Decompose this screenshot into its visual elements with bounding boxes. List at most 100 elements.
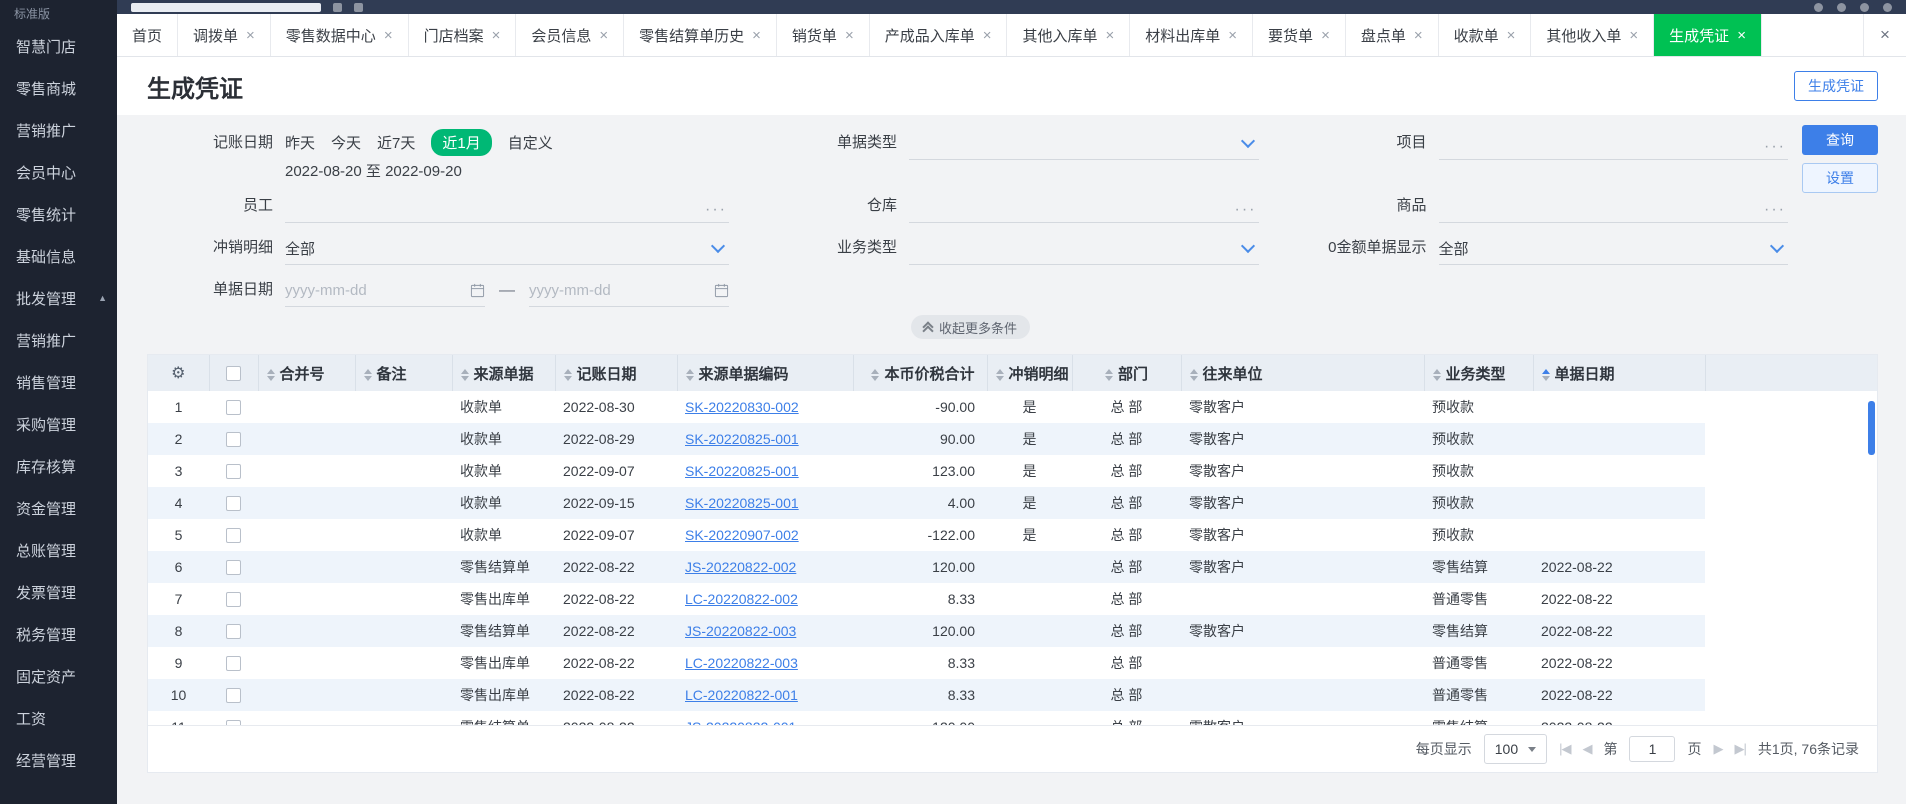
toolbar-icon[interactable]: [1814, 2, 1823, 12]
message-icon[interactable]: [354, 2, 363, 12]
table-row[interactable]: 5 收款单 2022-09-07 SK-20220907-002 -122.00 是 总 部…: [148, 519, 1877, 551]
project-input[interactable]: [1438, 127, 1788, 159]
sort-icon[interactable]: [871, 368, 880, 381]
page-number-input[interactable]: [1629, 736, 1676, 762]
biz-type-select[interactable]: [909, 232, 1259, 265]
source-code-link[interactable]: JS-20220822-001: [685, 719, 796, 725]
sidebar-item-11[interactable]: 库存核算: [0, 445, 117, 487]
tab-close-icon[interactable]: ×: [1228, 28, 1237, 43]
next-page-button[interactable]: ▶: [1713, 741, 1723, 757]
tab-4[interactable]: 门店档案 ×: [408, 14, 517, 56]
sort-icon[interactable]: [1541, 368, 1550, 381]
sidebar-item-8[interactable]: 营销推广: [0, 319, 117, 361]
more-options-icon[interactable]: ···: [705, 202, 727, 218]
column-header-6[interactable]: 本币价税合计: [853, 355, 988, 391]
sort-icon[interactable]: [460, 368, 469, 381]
apps-grid-icon[interactable]: [333, 2, 342, 12]
table-row[interactable]: 9 零售出库单 2022-08-22 LC-20220822-003 8.33 总 部 普通…: [148, 647, 1877, 679]
sidebar-item-15[interactable]: 税务管理: [0, 613, 117, 655]
tab-close-icon[interactable]: ×: [983, 28, 992, 43]
goods-input[interactable]: [1438, 190, 1788, 222]
row-checkbox[interactable]: [226, 688, 241, 704]
row-checkbox[interactable]: [226, 400, 241, 416]
sidebar-item-1[interactable]: 智慧门店: [0, 25, 117, 67]
employee-input[interactable]: [285, 190, 729, 222]
table-row[interactable]: 10 零售出库单 2022-08-22 LC-20220822-001 8.33 总 部普…: [148, 679, 1877, 711]
sidebar-item-2[interactable]: 零售商城: [0, 67, 117, 109]
source-code-link[interactable]: SK-20220825-001: [685, 463, 799, 479]
tab-close-icon[interactable]: ×: [845, 28, 854, 43]
calendar-icon[interactable]: [714, 283, 729, 298]
row-checkbox[interactable]: [226, 560, 241, 576]
per-page-select[interactable]: 100: [1483, 734, 1548, 764]
sidebar-item-3[interactable]: 营销推广: [0, 109, 117, 151]
table-row[interactable]: 4 收款单 2022-09-15 SK-20220825-001 4.00 是总 部零散客…: [148, 487, 1877, 519]
column-header-5[interactable]: 来源单据编码: [677, 355, 854, 391]
sort-icon[interactable]: [685, 368, 694, 381]
source-code-link[interactable]: LC-20220822-002: [685, 591, 798, 607]
source-code-link[interactable]: SK-20220830-002: [685, 399, 799, 415]
tab-close-icon[interactable]: ×: [246, 28, 255, 43]
column-header-9[interactable]: 往来单位: [1181, 355, 1425, 391]
quick-option-3[interactable]: 近7天: [377, 132, 415, 153]
tab-9[interactable]: 其他入库单 ×: [1007, 14, 1131, 56]
tab-close-icon[interactable]: ×: [1737, 28, 1746, 43]
collapse-conditions-button[interactable]: 收起更多条件: [910, 315, 1030, 339]
row-checkbox[interactable]: [226, 496, 241, 512]
table-row[interactable]: 11零售结算单2022-08-22JS-20220822-001120.00总 …: [148, 711, 1877, 725]
source-code-link[interactable]: JS-20220822-003: [685, 623, 796, 639]
row-checkbox[interactable]: [226, 656, 241, 672]
tab-15[interactable]: 生成凭证 ×: [1654, 14, 1762, 56]
first-page-button[interactable]: |◀: [1559, 741, 1571, 757]
tab-close-icon[interactable]: ×: [492, 28, 501, 43]
user-avatar[interactable]: [1883, 2, 1892, 12]
prev-page-button[interactable]: ◀: [1582, 741, 1592, 757]
table-row[interactable]: 1 收款单 2022-08-30 SK-20220830-002 -90.00 是 总 部 零…: [148, 391, 1877, 423]
quick-option-4[interactable]: 近1月: [431, 128, 492, 156]
quick-option-5[interactable]: 自定义: [508, 132, 553, 153]
tab-1[interactable]: 首页: [117, 14, 179, 56]
table-row[interactable]: 8 零售结算单 2022-08-22 JS-20220822-003 120.00 总 部…: [148, 615, 1877, 647]
source-code-link[interactable]: JS-20220822-002: [685, 559, 796, 575]
tab-14[interactable]: 其他收入单 ×: [1531, 14, 1655, 56]
doc-date-start-input[interactable]: [285, 274, 470, 306]
sort-icon[interactable]: [1104, 368, 1113, 381]
more-options-icon[interactable]: ···: [1764, 139, 1786, 155]
row-checkbox[interactable]: [226, 432, 241, 448]
tab-7[interactable]: 销货单 ×: [776, 14, 870, 56]
tab-close-icon[interactable]: ×: [1507, 28, 1516, 43]
tab-close-icon[interactable]: ×: [1106, 28, 1115, 43]
more-options-icon[interactable]: ···: [1235, 202, 1257, 218]
sidebar-item-16[interactable]: 固定资产: [0, 655, 117, 697]
table-row[interactable]: 3 收款单 2022-09-07 SK-20220825-001 123.00 是 总 部 零…: [148, 455, 1877, 487]
select-all-checkbox[interactable]: [226, 366, 241, 382]
tab-close-icon[interactable]: ×: [752, 28, 761, 43]
column-header-1[interactable]: 合并号: [258, 355, 356, 391]
sidebar-item-10[interactable]: 采购管理: [0, 403, 117, 445]
settings-button[interactable]: 设置: [1802, 163, 1878, 193]
doc-type-select[interactable]: [909, 127, 1259, 160]
vertical-scrollbar-thumb[interactable]: [1868, 401, 1875, 455]
query-button[interactable]: 查询: [1802, 125, 1878, 155]
sidebar-item-17[interactable]: 工资: [0, 697, 117, 739]
sort-icon[interactable]: [266, 368, 275, 381]
column-header-11[interactable]: 单据日期: [1533, 355, 1706, 391]
doc-date-end-input[interactable]: [529, 274, 714, 306]
tab-close-icon[interactable]: ×: [1321, 28, 1330, 43]
sidebar-item-12[interactable]: 资金管理: [0, 487, 117, 529]
table-row[interactable]: 6 零售结算单 2022-08-22 JS-20220822-002 120.00 总 部…: [148, 551, 1877, 583]
warehouse-input[interactable]: [909, 190, 1259, 222]
calendar-icon[interactable]: [470, 283, 485, 298]
tab-close-icon[interactable]: ×: [1629, 28, 1638, 43]
tab-6[interactable]: 零售结算单历史 ×: [624, 14, 777, 56]
writeoff-select[interactable]: 全部: [285, 232, 729, 265]
row-checkbox[interactable]: [226, 624, 241, 640]
column-header-7[interactable]: 冲销明细: [987, 355, 1073, 391]
row-checkbox[interactable]: [226, 592, 241, 608]
source-code-link[interactable]: SK-20220825-001: [685, 495, 799, 511]
row-checkbox[interactable]: [226, 528, 241, 544]
tab-13[interactable]: 收款单 ×: [1438, 14, 1532, 56]
column-header-10[interactable]: 业务类型: [1424, 355, 1534, 391]
tab-10[interactable]: 材料出库单 ×: [1130, 14, 1254, 56]
tab-8[interactable]: 产成品入库单 ×: [869, 14, 1008, 56]
